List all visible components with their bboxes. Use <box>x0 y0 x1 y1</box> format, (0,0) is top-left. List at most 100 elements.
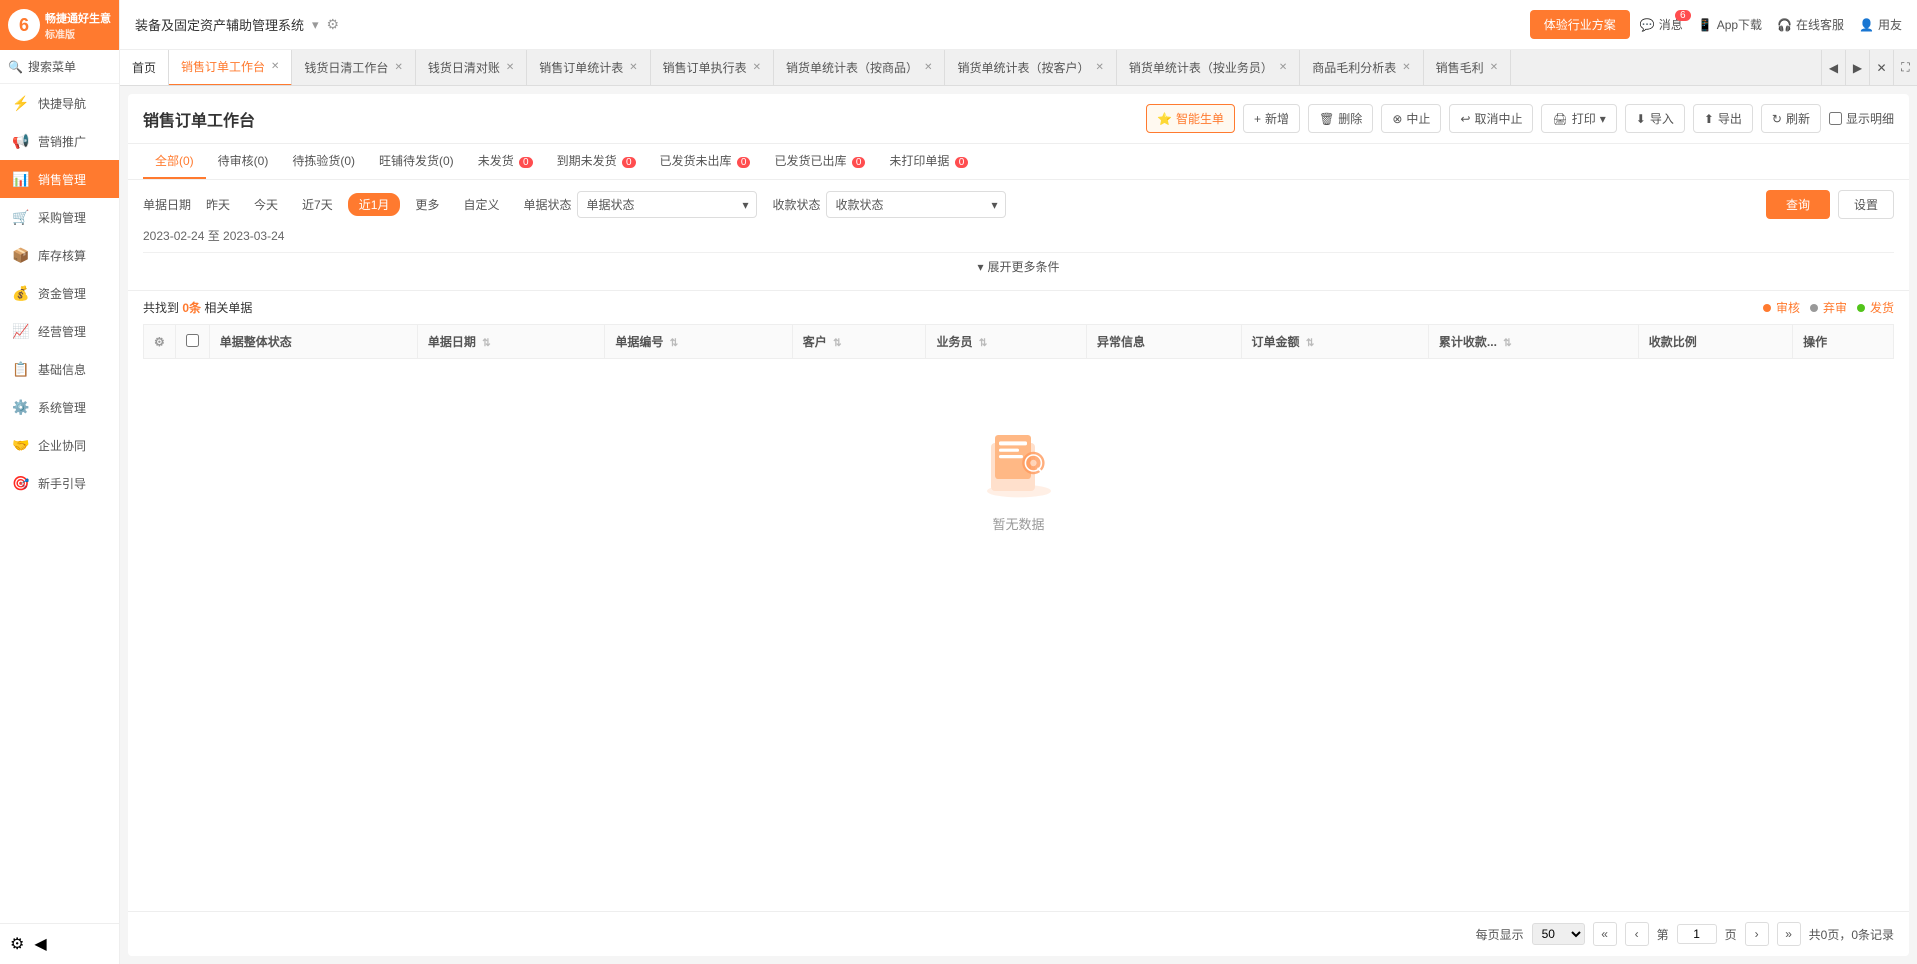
tab-sales-order-close[interactable]: ✕ <box>271 61 279 72</box>
collapse-icon[interactable]: ◀ <box>34 934 46 954</box>
date-btn-yesterday[interactable]: 昨天 <box>197 193 239 216</box>
new-button[interactable]: + 新增 <box>1243 104 1300 133</box>
status-select[interactable]: 单据状态 ▾ <box>577 191 757 218</box>
sidebar-item-inventory[interactable]: 📦 库存核算 <box>0 236 119 274</box>
tab-summary-staff-close[interactable]: ✕ <box>1279 62 1287 73</box>
search-icon: 🔍 <box>8 60 23 74</box>
sidebar-item-collab[interactable]: 🤝 企业协同 <box>0 426 119 464</box>
smart-create-button[interactable]: ⭐ 智能生单 <box>1146 104 1235 133</box>
page-size-select[interactable]: 50 10 20 100 <box>1532 923 1585 945</box>
tab-sales-exec[interactable]: 销售订单执行表 ✕ <box>651 50 774 86</box>
sub-tab-shipped-not-out[interactable]: 已发货未出库 0 <box>648 144 763 179</box>
th-settings[interactable]: ⚙ <box>144 325 176 359</box>
expand-more-button[interactable]: ▾ 展开更多条件 <box>977 258 1059 275</box>
solution-button[interactable]: 体验行业方案 <box>1530 10 1630 39</box>
tab-summary-product[interactable]: 销货单统计表（按商品） ✕ <box>774 50 945 86</box>
settings-gear-icon[interactable]: ⚙ <box>327 16 340 33</box>
tab-cash-daily-close[interactable]: ✕ <box>394 62 402 73</box>
prev-page-btn[interactable]: ‹ <box>1625 922 1649 946</box>
page-number-input[interactable] <box>1677 924 1717 944</box>
sidebar-item-label: 资金管理 <box>38 285 86 302</box>
tab-home[interactable]: 首页 <box>120 50 169 86</box>
tab-sales-profit-close[interactable]: ✕ <box>1490 62 1498 73</box>
tab-close-all[interactable]: ✕ <box>1869 50 1893 86</box>
next-page-btn[interactable]: › <box>1745 922 1769 946</box>
sub-tab-not-printed[interactable]: 未打印单据 0 <box>877 144 980 179</box>
th-amount[interactable]: 订单金额 ⇅ <box>1241 325 1428 359</box>
sub-tab-pending-inspection[interactable]: 待拣验货(0) <box>280 144 367 179</box>
user-action[interactable]: 👤 用友 <box>1859 16 1902 33</box>
tab-maximize[interactable]: ⛶ <box>1893 50 1917 86</box>
first-page-btn[interactable]: « <box>1593 922 1617 946</box>
tab-summary-customer-close[interactable]: ✕ <box>1095 62 1103 73</box>
tab-margin-close[interactable]: ✕ <box>1402 62 1410 73</box>
tab-summary-staff[interactable]: 销货单统计表（按业务员） ✕ <box>1117 50 1300 86</box>
query-button[interactable]: 查询 <box>1766 190 1830 219</box>
date-btn-custom[interactable]: 自定义 <box>454 193 508 216</box>
th-checkbox[interactable] <box>175 325 209 359</box>
th-staff[interactable]: 业务员 ⇅ <box>926 325 1087 359</box>
tab-summary-product-close[interactable]: ✕ <box>924 62 932 73</box>
cancel-action[interactable]: 弃审 <box>1810 299 1847 316</box>
tab-prev-arrow[interactable]: ◀ <box>1821 50 1845 86</box>
search-menu[interactable]: 🔍 搜索菜单 <box>0 50 119 84</box>
date-btn-7days[interactable]: 近7天 <box>293 193 342 216</box>
last-page-btn[interactable]: » <box>1777 922 1801 946</box>
message-action[interactable]: 💬 6 消息 <box>1640 16 1683 33</box>
plus-icon: + <box>1254 112 1261 126</box>
tab-next-arrow[interactable]: ▶ <box>1845 50 1869 86</box>
sidebar-item-sales[interactable]: 📊 销售管理 <box>0 160 119 198</box>
date-btn-1month[interactable]: 近1月 <box>348 193 401 216</box>
tab-sales-stat-close[interactable]: ✕ <box>629 62 637 73</box>
sub-tab-overdue[interactable]: 到期未发货 0 <box>545 144 648 179</box>
th-collected-label: 累计收款... <box>1439 335 1497 349</box>
sub-tab-shipped-out[interactable]: 已发货已出库 0 <box>762 144 877 179</box>
settings-icon[interactable]: ⚙ <box>10 934 24 954</box>
th-number[interactable]: 单据编号 ⇅ <box>605 325 792 359</box>
tab-margin[interactable]: 商品毛利分析表 ✕ <box>1300 50 1423 86</box>
tab-summary-customer[interactable]: 销货单统计表（按客户） ✕ <box>945 50 1116 86</box>
tab-sales-profit[interactable]: 销售毛利 ✕ <box>1424 50 1511 86</box>
sidebar-item-finance[interactable]: 💰 资金管理 <box>0 274 119 312</box>
th-customer[interactable]: 客户 ⇅ <box>792 325 926 359</box>
stop-button[interactable]: ⊗ 中止 <box>1381 104 1441 133</box>
cancel-stop-button[interactable]: ↩ 取消中止 <box>1449 104 1533 133</box>
date-btn-today[interactable]: 今天 <box>245 193 287 216</box>
sub-tab-wangpu[interactable]: 旺铺待发货(0) <box>367 144 466 179</box>
sub-tab-all[interactable]: 全部(0) <box>143 144 206 179</box>
tab-cash-daily[interactable]: 钱货日清工作台 ✕ <box>292 50 415 86</box>
select-all-checkbox[interactable] <box>186 334 199 347</box>
sidebar-item-quick-nav[interactable]: ⚡ 快捷导航 <box>0 84 119 122</box>
sidebar-item-operations[interactable]: 📈 经营管理 <box>0 312 119 350</box>
sidebar-item-marketing[interactable]: 📢 营销推广 <box>0 122 119 160</box>
sidebar-item-purchase[interactable]: 🛒 采购管理 <box>0 198 119 236</box>
date-btn-more[interactable]: 更多 <box>406 193 448 216</box>
show-detail-input[interactable] <box>1829 112 1842 125</box>
online-support-action[interactable]: 🎧 在线客服 <box>1777 16 1844 33</box>
payment-select[interactable]: 收款状态 ▾ <box>826 191 1006 218</box>
refresh-button[interactable]: ↻ 刷新 <box>1761 104 1821 133</box>
sidebar-item-basic[interactable]: 📋 基础信息 <box>0 350 119 388</box>
ship-action[interactable]: 发货 <box>1857 299 1894 316</box>
th-collected[interactable]: 累计收款... ⇅ <box>1428 325 1638 359</box>
tab-sales-order[interactable]: 销售订单工作台 ✕ <box>169 50 292 86</box>
dropdown-icon[interactable]: ▾ <box>312 17 319 33</box>
tab-sales-stat[interactable]: 销售订单统计表 ✕ <box>527 50 650 86</box>
review-action[interactable]: 审核 <box>1763 299 1800 316</box>
print-button[interactable]: 🖨 打印 ▾ <box>1541 104 1616 133</box>
th-date[interactable]: 单据日期 ⇅ <box>417 325 604 359</box>
show-detail-checkbox[interactable]: 显示明细 <box>1829 110 1894 127</box>
sub-tab-not-shipped[interactable]: 未发货 0 <box>466 144 545 179</box>
tab-cash-reconcile[interactable]: 钱货日清对账 ✕ <box>416 50 527 86</box>
tab-cash-reconcile-close[interactable]: ✕ <box>506 62 514 73</box>
sub-tab-pending-review[interactable]: 待审核(0) <box>206 144 281 179</box>
sidebar-item-system[interactable]: ⚙️ 系统管理 <box>0 388 119 426</box>
app-download-action[interactable]: 📱 App下载 <box>1698 16 1762 33</box>
export-button[interactable]: ⬆ 导出 <box>1693 104 1753 133</box>
delete-button[interactable]: 🗑 删除 <box>1308 104 1373 133</box>
sidebar-item-guide[interactable]: 🎯 新手引导 <box>0 464 119 502</box>
import-button[interactable]: ⬇ 导入 <box>1625 104 1685 133</box>
refresh-icon: ↻ <box>1772 112 1782 126</box>
tab-sales-exec-close[interactable]: ✕ <box>753 62 761 73</box>
settings-button[interactable]: 设置 <box>1838 190 1894 219</box>
